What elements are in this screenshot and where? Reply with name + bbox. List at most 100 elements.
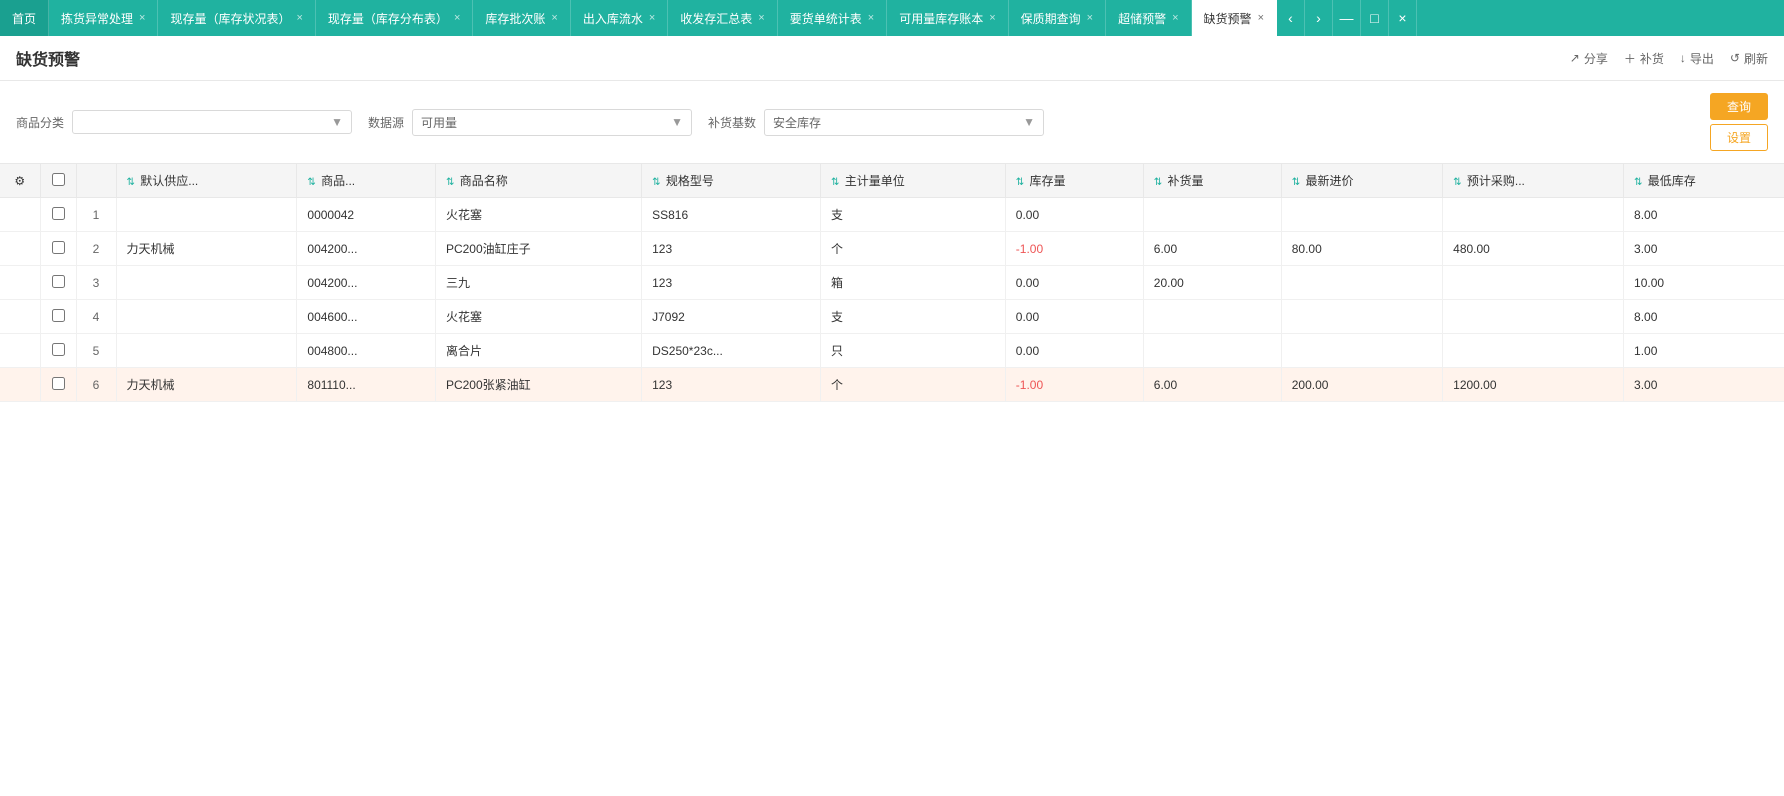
settings-button[interactable]: 设置 [1710, 124, 1768, 151]
column-replenish[interactable]: ⇅ 补货量 [1143, 164, 1281, 198]
row-check-cell [40, 368, 76, 402]
nav-next-arrow[interactable]: › [1305, 0, 1333, 36]
replenish-base-value: 安全库存 [773, 114, 821, 131]
tab-expiry-label: 保质期查询 [1021, 10, 1081, 27]
column-min-stock[interactable]: ⇅ 最低库存 [1624, 164, 1784, 198]
row-spec: J7092 [642, 300, 821, 334]
row-code: 004800... [297, 334, 436, 368]
replenish-base-select[interactable]: 安全库存 ▼ [764, 109, 1044, 136]
share-label: 分享 [1584, 50, 1608, 67]
row-min-stock: 10.00 [1624, 266, 1784, 300]
share-button[interactable]: ↗ 分享 [1570, 50, 1608, 67]
refresh-button[interactable]: ↺ 刷新 [1730, 50, 1768, 67]
close-icon[interactable]: × [1087, 12, 1093, 24]
query-button[interactable]: 查询 [1710, 93, 1768, 120]
row-spec: DS250*23c... [642, 334, 821, 368]
row-checkbox[interactable] [52, 343, 65, 356]
sort-icon: ⇅ [831, 177, 839, 188]
column-supplier[interactable]: ⇅ 默认供应... [116, 164, 297, 198]
row-supplier [116, 198, 297, 232]
row-unit: 个 [820, 232, 1005, 266]
column-num [76, 164, 116, 198]
sort-icon: ⇅ [446, 177, 454, 188]
tab-avail-ledger[interactable]: 可用量库存账本 × [887, 0, 1008, 36]
column-code[interactable]: ⇅ 商品... [297, 164, 436, 198]
tab-expiry[interactable]: 保质期查询 × [1009, 0, 1106, 36]
row-check-cell [40, 266, 76, 300]
row-gear-cell [0, 300, 40, 334]
chevron-down-icon: ▼ [1023, 115, 1035, 129]
chevron-down-icon: ▼ [331, 115, 343, 129]
select-all-checkbox[interactable] [52, 173, 65, 186]
row-latest-price [1281, 334, 1442, 368]
row-checkbox[interactable] [52, 241, 65, 254]
datasource-select-value: 可用量 [421, 114, 457, 131]
row-replenish [1143, 334, 1281, 368]
close-icon[interactable]: × [296, 12, 302, 24]
tab-overstock-label: 超储预警 [1118, 10, 1166, 27]
replenish-button[interactable]: ＋ 补货 [1624, 50, 1664, 67]
row-spec: SS816 [642, 198, 821, 232]
table-header-row: ⚙ ⇅ 默认供应... ⇅ 商品... [0, 164, 1784, 198]
close-icon[interactable]: × [989, 12, 995, 24]
datasource-select[interactable]: 可用量 ▼ [412, 109, 692, 136]
row-checkbox[interactable] [52, 275, 65, 288]
tab-home[interactable]: 首页 [0, 0, 49, 36]
filter-bar: 商品分类 ▼ 数据源 可用量 ▼ 补货基数 安全库存 ▼ 查询 设置 [0, 81, 1784, 164]
tab-shortage-label: 缺货预警 [1204, 10, 1252, 27]
close-icon[interactable]: × [868, 12, 874, 24]
tab-req-stat-label: 要货单统计表 [790, 10, 862, 27]
row-min-stock: 3.00 [1624, 368, 1784, 402]
row-stock: -1.00 [1005, 232, 1143, 266]
tab-stock-status[interactable]: 现存量（库存状况表） × [158, 0, 315, 36]
window-minimize[interactable]: — [1333, 0, 1361, 36]
tab-stock-batch[interactable]: 库存批次账 × [473, 0, 570, 36]
close-icon[interactable]: × [1172, 12, 1178, 24]
row-checkbox[interactable] [52, 309, 65, 322]
column-est-purchase-label: 预计采购... [1467, 174, 1525, 188]
column-latest-price[interactable]: ⇅ 最新进价 [1281, 164, 1442, 198]
row-min-stock: 8.00 [1624, 198, 1784, 232]
window-close[interactable]: × [1389, 0, 1417, 36]
row-stock: -1.00 [1005, 368, 1143, 402]
category-select[interactable]: ▼ [72, 110, 352, 134]
sort-icon: ⇅ [1634, 177, 1642, 188]
column-spec[interactable]: ⇅ 规格型号 [642, 164, 821, 198]
row-est-purchase [1443, 334, 1624, 368]
tab-req-stat[interactable]: 要货单统计表 × [778, 0, 887, 36]
sort-icon: ⇅ [1016, 177, 1024, 188]
tab-stock-dist[interactable]: 现存量（库存分布表） × [316, 0, 473, 36]
tab-abnormal[interactable]: 拣货异常处理 × [49, 0, 158, 36]
tab-overstock[interactable]: 超储预警 × [1106, 0, 1191, 36]
close-icon[interactable]: × [551, 12, 557, 24]
column-est-purchase[interactable]: ⇅ 预计采购... [1443, 164, 1624, 198]
close-icon[interactable]: × [758, 12, 764, 24]
row-num: 3 [76, 266, 116, 300]
column-unit[interactable]: ⇅ 主计量单位 [820, 164, 1005, 198]
close-icon[interactable]: × [1258, 12, 1264, 24]
row-stock: 0.00 [1005, 266, 1143, 300]
tab-inout-flow[interactable]: 出入库流水 × [571, 0, 668, 36]
column-code-label: 商品... [321, 174, 355, 188]
row-stock: 0.00 [1005, 198, 1143, 232]
tab-shortage[interactable]: 缺货预警 × [1192, 0, 1277, 36]
row-unit: 支 [820, 198, 1005, 232]
column-name[interactable]: ⇅ 商品名称 [435, 164, 641, 198]
row-num: 4 [76, 300, 116, 334]
tab-inout-flow-label: 出入库流水 [583, 10, 643, 27]
nav-prev-arrow[interactable]: ‹ [1277, 0, 1305, 36]
export-button[interactable]: ↓ 导出 [1680, 50, 1714, 67]
close-icon[interactable]: × [139, 12, 145, 24]
row-checkbox[interactable] [52, 207, 65, 220]
row-num: 6 [76, 368, 116, 402]
column-stock[interactable]: ⇅ 库存量 [1005, 164, 1143, 198]
tab-recv-summary[interactable]: 收发存汇总表 × [668, 0, 777, 36]
row-gear-cell [0, 232, 40, 266]
datasource-filter-group: 数据源 可用量 ▼ [368, 109, 692, 136]
close-icon[interactable]: × [649, 12, 655, 24]
close-icon[interactable]: × [454, 12, 460, 24]
row-checkbox[interactable] [52, 377, 65, 390]
data-table: ⚙ ⇅ 默认供应... ⇅ 商品... [0, 164, 1784, 402]
column-gear[interactable]: ⚙ [0, 164, 40, 198]
window-maximize[interactable]: □ [1361, 0, 1389, 36]
